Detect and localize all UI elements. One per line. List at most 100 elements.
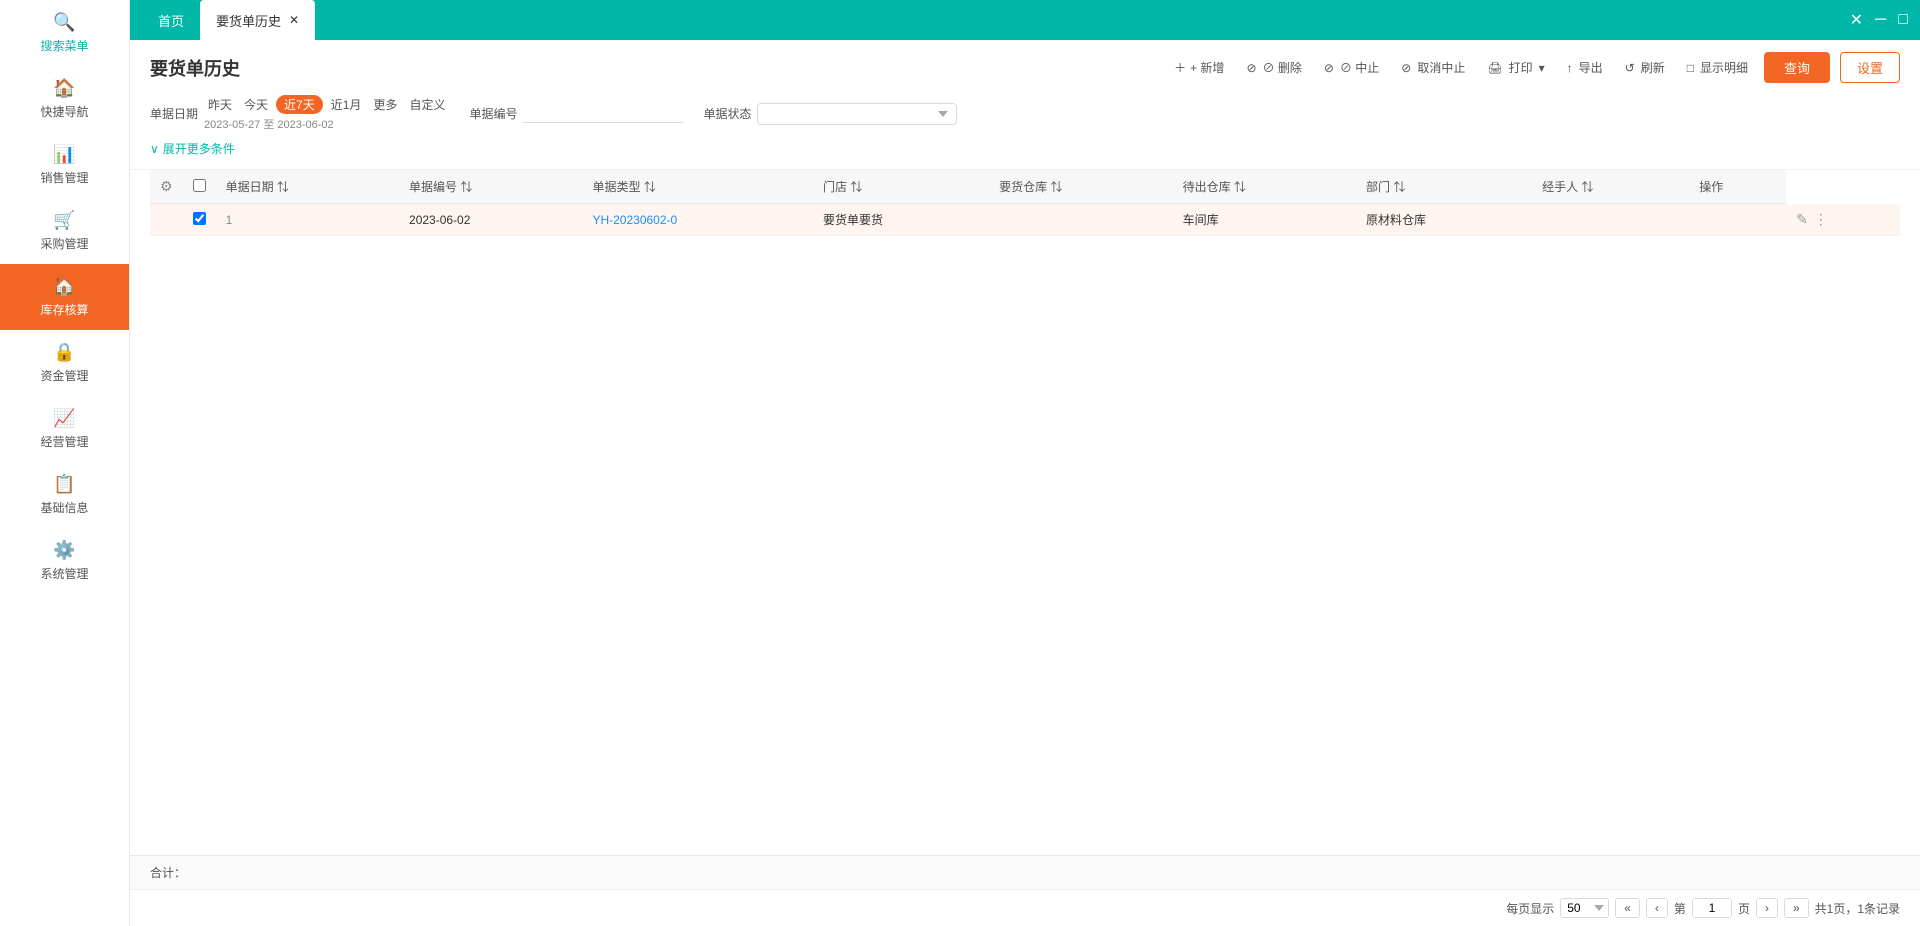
next-page-button[interactable]: › [1756,898,1778,918]
delete-icon: ⊘ [1246,61,1256,75]
sidebar-item-label: 快捷导航 [40,103,88,120]
tab-home-label: 首页 [158,11,184,30]
export-icon: ↑ [1567,61,1573,75]
stop-button[interactable]: ⊘ ⊘ 中止 [1318,55,1385,80]
data-table: ⚙ 单据日期 ⇅ 单据编号 ⇅ 单据类型 ⇅ [150,170,1900,236]
export-button[interactable]: ↑ 导出 [1561,55,1609,80]
row-checkbox[interactable] [193,212,206,225]
filter-row: 单据日期 昨天 今天 近7天 近1月 更多 自定义 2023-05-27 至 2… [150,95,1900,132]
cart-icon: 🛒 [53,210,75,231]
show-detail-button[interactable]: □ 显示明细 [1681,55,1754,80]
sidebar-item-label: 销售管理 [40,169,88,186]
col-action-label: 操作 [1699,180,1723,194]
expand-more-btn[interactable]: ∨ 展开更多条件 [150,140,1900,157]
shortcut-last1month[interactable]: 近1月 [327,95,366,114]
cancel-stop-button[interactable]: ⊘ 取消中止 [1395,55,1471,80]
doc-number-label: 单据编号 [469,105,517,122]
page-title: 要货单历史 [150,55,240,81]
col-department: 部门 ⇅ [1356,170,1532,204]
sidebar-item-search[interactable]: 🔍 搜索菜单 [0,0,129,66]
shortcut-yesterday[interactable]: 昨天 [204,95,236,114]
sidebar-item-label: 库存核算 [40,301,88,318]
tab-requisition-history-label: 要货单历史 [216,11,281,30]
row-index: 1 [216,204,399,236]
col-handler-label: 经手人 ⇅ [1542,180,1593,194]
col-department-label: 部门 ⇅ [1366,180,1405,194]
print-button[interactable]: 🖨 打印 ▾ [1481,55,1550,80]
table-row: 1 2023-06-02 YH-20230602-0 要货单要货 车间库 原材料… [150,204,1900,236]
cancel-stop-icon: ⊘ [1401,61,1411,75]
chevron-down-icon: ∨ [150,142,159,156]
print-dropdown-icon: ▾ [1539,61,1545,75]
sidebar-item-sales[interactable]: 📊 销售管理 [0,132,129,198]
page-size-select[interactable]: 50 10 20 100 [1560,898,1609,918]
setting-button[interactable]: 设置 [1840,52,1900,83]
per-page-label: 每页显示 [1506,900,1554,917]
date-range-display: 2023-05-27 至 2023-06-02 [204,116,449,132]
delete-button[interactable]: ⊘ ⊘ 删除 [1240,55,1307,80]
page-label: 第 [1674,900,1686,917]
show-detail-icon: □ [1687,61,1694,75]
table-header-row: ⚙ 单据日期 ⇅ 单据编号 ⇅ 单据类型 ⇅ [150,170,1900,204]
select-all-checkbox[interactable] [193,179,206,192]
col-handler: 经手人 ⇅ [1532,170,1689,204]
col-doc-type: 单据类型 ⇅ [582,170,813,204]
edit-icon[interactable]: ✎ [1796,211,1808,228]
page-suffix: 页 [1738,900,1750,917]
prev-page-button[interactable]: ‹ [1646,898,1668,918]
row-req-warehouse: 车间库 [1173,204,1356,236]
search-icon: 🔍 [53,12,75,33]
sidebar-item-system[interactable]: ⚙️ 系统管理 [0,528,129,594]
sidebar-item-purchase[interactable]: 🛒 采购管理 [0,198,129,264]
shortcut-more[interactable]: 更多 [369,95,401,114]
sidebar-item-quicknav[interactable]: 🏠 快捷导航 [0,66,129,132]
shortcut-last7days[interactable]: 近7天 [276,95,323,114]
tab-home[interactable]: 首页 [142,0,200,40]
page-number-input[interactable] [1692,898,1732,918]
print-icon: 🖨 [1487,61,1502,75]
filter-area: 单据日期 昨天 今天 近7天 近1月 更多 自定义 2023-05-27 至 2… [130,83,1920,170]
filter-doc-date: 单据日期 昨天 今天 近7天 近1月 更多 自定义 2023-05-27 至 2… [150,95,449,132]
content-area: 要货单历史 ＋ + 新增 ⊘ ⊘ 删除 ⊘ ⊘ 中止 ⊘ 取消中止 [130,40,1920,926]
home-icon: 🏠 [53,78,75,99]
doc-number-input[interactable] [523,104,683,123]
sidebar-item-inventory[interactable]: 🏠 库存核算 [0,264,129,330]
basic-icon: 📋 [53,474,75,495]
last-page-button[interactable]: » [1784,898,1809,918]
row-settings-cell [150,204,183,236]
doc-status-label: 单据状态 [703,105,751,122]
refresh-button[interactable]: ↺ 刷新 [1619,55,1671,80]
doc-number-link[interactable]: YH-20230602-0 [592,213,677,227]
window-close-icon[interactable]: ✕ [1850,10,1863,30]
doc-status-select[interactable] [757,103,957,125]
more-icon[interactable]: ⋮ [1814,211,1828,228]
sidebar-item-operations[interactable]: 📈 经营管理 [0,396,129,462]
toolbar: ＋ + 新增 ⊘ ⊘ 删除 ⊘ ⊘ 中止 ⊘ 取消中止 🖨 打印 [1168,52,1900,83]
row-pending-warehouse: 原材料仓库 [1356,204,1532,236]
sidebar-item-finance[interactable]: 🔒 资金管理 [0,330,129,396]
chart-icon: 📊 [53,144,75,165]
row-department [1532,204,1689,236]
tab-requisition-history[interactable]: 要货单历史 ✕ [200,0,315,40]
tab-close-icon[interactable]: ✕ [289,13,299,27]
shortcut-custom[interactable]: 自定义 [405,95,449,114]
col-req-warehouse-label: 要货仓库 ⇅ [999,180,1062,194]
sidebar-item-label: 系统管理 [40,565,88,582]
sidebar-item-basic[interactable]: 📋 基础信息 [0,462,129,528]
add-button[interactable]: ＋ + 新增 [1168,55,1230,80]
column-settings-icon[interactable]: ⚙ [160,178,173,194]
topbar: 首页 要货单历史 ✕ ✕ ─ □ [130,0,1920,40]
total-info: 共1页，1条记录 [1815,900,1900,917]
window-minimize-icon[interactable]: ─ [1875,11,1886,29]
window-maximize-icon[interactable]: □ [1898,11,1908,29]
col-pending-warehouse: 待出仓库 ⇅ [1173,170,1356,204]
shortcut-today[interactable]: 今天 [240,95,272,114]
sidebar-item-label: 资金管理 [40,367,88,384]
sidebar-item-label: 采购管理 [40,235,88,252]
first-page-button[interactable]: « [1615,898,1640,918]
query-button[interactable]: 查询 [1764,52,1830,83]
col-pending-warehouse-label: 待出仓库 ⇅ [1183,180,1246,194]
sidebar-item-label: 经营管理 [40,433,88,450]
inventory-icon: 🏠 [53,276,75,297]
main-area: 首页 要货单历史 ✕ ✕ ─ □ 要货单历史 ＋ + 新增 ⊘ ⊘ 删除 [130,0,1920,926]
